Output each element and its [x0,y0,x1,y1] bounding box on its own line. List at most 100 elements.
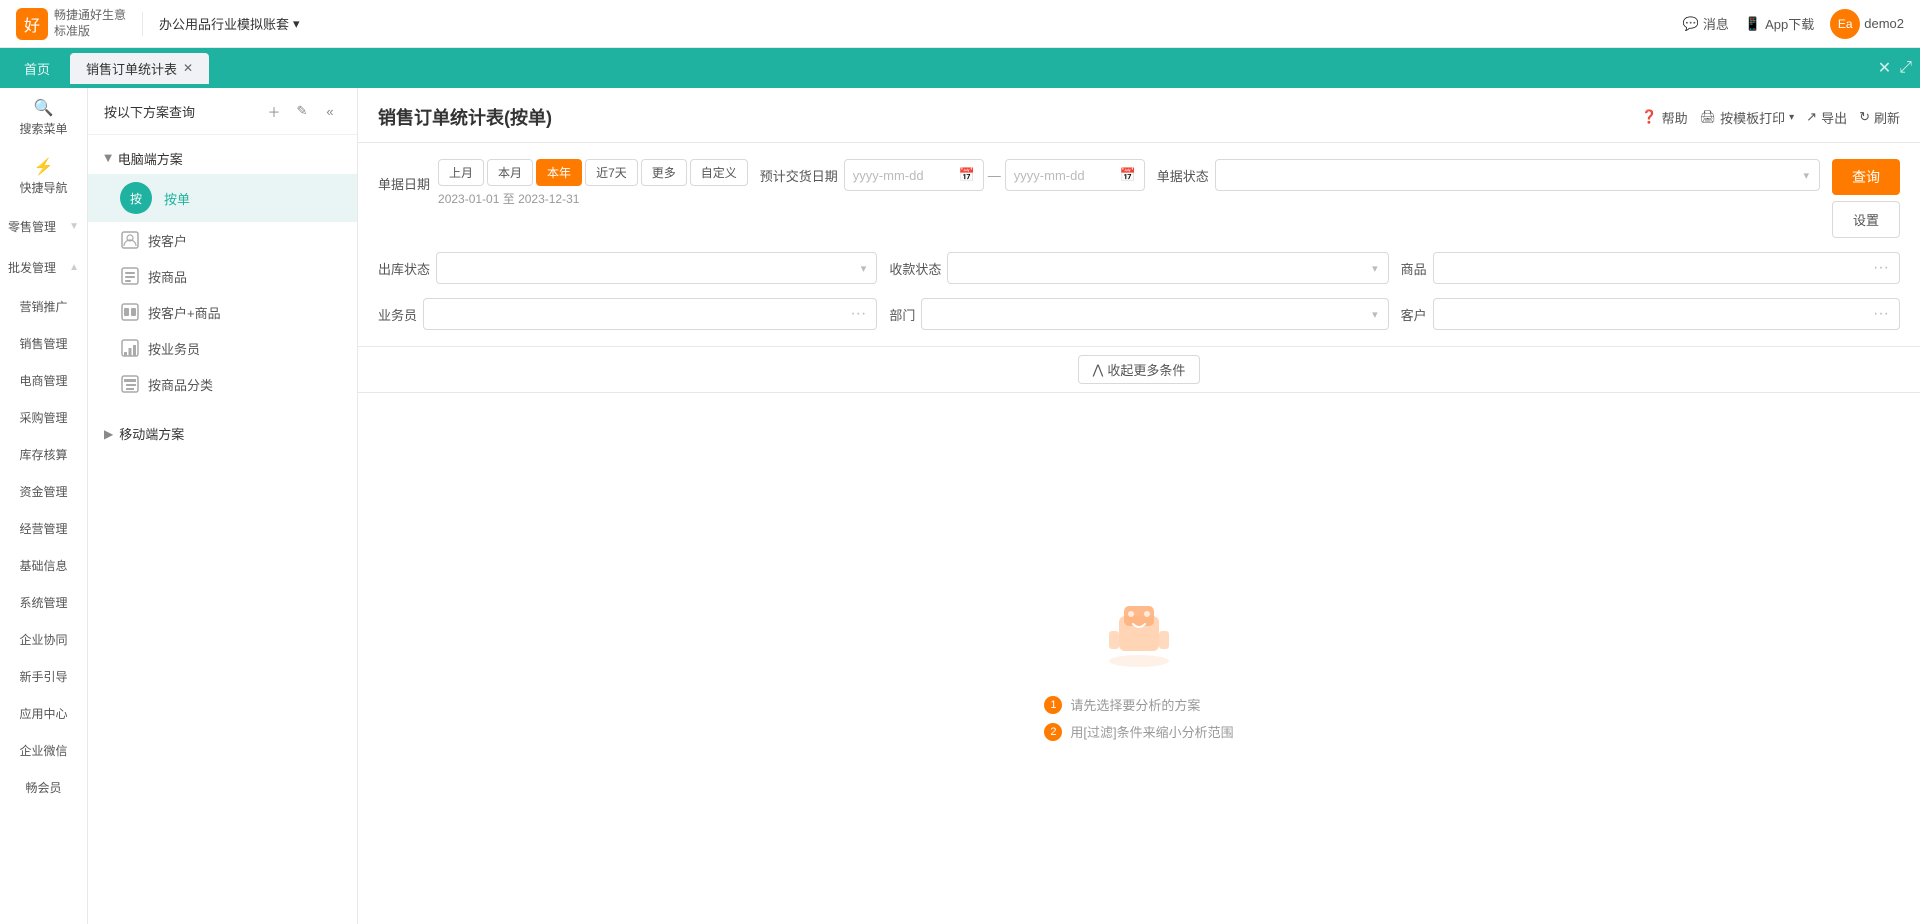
mobile-group-header[interactable]: ▶ 移动端方案 [88,418,357,449]
app-name: 办公用品行业模拟账套 [159,14,289,33]
sidebar-item-enterprise[interactable]: 企业协同 [0,621,87,658]
receipt-status-select[interactable]: ▾ [947,252,1388,284]
sidebar-item-app-center[interactable]: 应用中心 [0,695,87,732]
sidebar-item-inventory-label: 库存核算 [19,446,67,463]
desktop-group-header[interactable]: ▶ 电脑端方案 [88,143,357,174]
query-btn[interactable]: 查询 [1832,159,1900,195]
empty-illustration [1089,576,1189,679]
right-panel: 销售订单统计表(按单) ❓ 帮助 🖨 按模板打印 ▾ ↗ [358,88,1920,924]
scheme-item-by-goods[interactable]: 按商品 [88,258,357,294]
sidebar-item-enterprise-wechat[interactable]: 企业微信 [0,732,87,769]
tip-1-text: 请先选择要分析的方案 [1070,695,1200,714]
mobile-group-label: 移动端方案 [119,424,184,443]
doc-status-select[interactable]: ▾ [1215,159,1820,191]
date-filter-controls: 上月 本月 本年 近7天 更多 自定义 2023-01-01 至 2023-12… [438,159,748,207]
sidebar-item-operations[interactable]: 经营管理 [0,510,87,547]
sidebar-item-quick-nav[interactable]: ⚡ 快捷导航 [0,147,87,206]
sidebar-item-wholesale-mgmt[interactable]: 批发管理 ▲ [0,247,87,288]
desktop-group-chevron-icon: ▶ [102,155,113,163]
sidebar-item-wholesale-label: 批发管理 [8,259,56,276]
user-name: demo2 [1864,16,1904,31]
by-cust-goods-icon [120,302,140,322]
scheme-item-by-order[interactable]: 按 按单 [88,174,357,222]
sidebar-item-retail-mgmt[interactable]: 零售管理 ▼ [0,206,87,247]
prev-month-btn[interactable]: 上月 [438,159,484,186]
left-panel-header: 按以下方案查询 ＋ ✎ « [88,88,357,135]
collapse-panel-btn[interactable]: « [319,100,341,122]
scheme-item-by-cust-goods[interactable]: 按客户+商品 [88,294,357,330]
collapse-conditions-btn[interactable]: ⋀ 收起更多条件 [1078,355,1201,384]
this-month-btn[interactable]: 本月 [487,159,533,186]
calendar-end-icon: 📅 [1120,167,1136,183]
download-icon: 📱 [1745,16,1761,32]
sidebar-item-search-menu-label: 搜索菜单 [19,120,67,137]
avatar-text: Ea [1838,17,1853,31]
message-icon: 💬 [1683,16,1699,32]
customer-ellipsis-icon: ··· [1873,305,1889,323]
add-scheme-btn[interactable]: ＋ [263,100,285,122]
expected-date-start[interactable]: yyyy-mm-dd 📅 [844,159,984,191]
sidebar-item-finance[interactable]: 资金管理 [0,473,87,510]
sidebar-item-quick-nav-label: 快捷导航 [19,179,67,196]
refresh-btn[interactable]: ↻ 刷新 [1859,108,1900,127]
customer-filter: 客户 ··· [1401,298,1900,330]
sidebar-item-inventory[interactable]: 库存核算 [0,436,87,473]
goods-label: 商品 [1401,259,1427,278]
tab-sales-stat[interactable]: 销售订单统计表 ✕ [70,53,209,84]
tab-home[interactable]: 首页 [8,53,66,84]
salesperson-label: 业务员 [378,305,417,324]
sidebar-item-search-menu[interactable]: 🔍 搜索菜单 [0,88,87,147]
mobile-group-chevron-icon: ▶ [104,427,113,441]
out-status-arrow-icon: ▾ [861,262,867,275]
header-right: 💬 消息 📱 App下载 Ea demo2 [1683,9,1904,39]
wholesale-arrow-icon: ▲ [69,262,79,273]
edit-scheme-icon: ✎ [297,103,308,119]
sidebar-item-system[interactable]: 系统管理 [0,584,87,621]
app-selector[interactable]: 办公用品行业模拟账套 ▾ [159,14,300,33]
tab-close-icon[interactable]: ✕ [183,61,193,75]
more-btn[interactable]: 更多 [641,159,687,186]
header-left: 好 畅捷通好生意 标准版 办公用品行业模拟账套 ▾ [16,8,300,40]
last-7days-btn[interactable]: 近7天 [585,159,638,186]
sidebar-item-newbie[interactable]: 新手引导 [0,658,87,695]
template-print-btn[interactable]: 🖨 按模板打印 ▾ [1700,108,1795,127]
goods-input[interactable]: ··· [1433,252,1900,284]
customer-input[interactable]: ··· [1433,298,1900,330]
edit-scheme-btn[interactable]: ✎ [291,100,313,122]
logo-icon: 好 [16,8,48,40]
help-btn[interactable]: ❓ 帮助 [1641,108,1687,127]
filter-section: 单据日期 上月 本月 本年 近7天 更多 自定义 20 [358,143,1920,347]
scheme-item-by-salesperson[interactable]: 按业务员 [88,330,357,366]
user-area[interactable]: Ea demo2 [1830,9,1904,39]
expected-date-end[interactable]: yyyy-mm-dd 📅 [1005,159,1145,191]
action-buttons: 查询 设置 [1832,159,1900,238]
settings-btn[interactable]: 设置 [1832,201,1900,238]
dept-select[interactable]: ▾ [921,298,1388,330]
sidebar-item-newbie-label: 新手引导 [19,668,67,685]
sidebar-item-basics[interactable]: 基础信息 [0,547,87,584]
tab-expand-icon[interactable]: ⤢ [1899,59,1912,77]
sidebar: 🔍 搜索菜单 ⚡ 快捷导航 零售管理 ▼ 批发管理 ▲ 营销推广 销售管理 电商… [0,88,88,924]
sidebar-item-marketing[interactable]: 营销推广 [0,288,87,325]
scheme-item-by-cust-goods-label: 按客户+商品 [148,303,221,322]
by-goods-icon [120,266,140,286]
out-status-select[interactable]: ▾ [436,252,877,284]
tab-close-window-icon[interactable]: ✕ [1878,58,1891,78]
scheme-item-by-goods-category[interactable]: 按商品分类 [88,366,357,402]
sidebar-item-ecommerce[interactable]: 电商管理 [0,362,87,399]
sidebar-item-purchase[interactable]: 采购管理 [0,399,87,436]
by-order-active-dot: 按 [120,182,152,214]
salesperson-input[interactable]: ··· [423,298,877,330]
page-title-row: 销售订单统计表(按单) ❓ 帮助 🖨 按模板打印 ▾ ↗ [378,104,1900,130]
export-btn[interactable]: ↗ 导出 [1806,108,1847,127]
this-year-btn[interactable]: 本年 [536,159,582,186]
message-btn[interactable]: 💬 消息 [1683,14,1729,33]
left-panel-title: 按以下方案查询 [104,102,195,121]
app-download-btn[interactable]: 📱 App下载 [1745,14,1814,33]
scheme-item-by-customer[interactable]: 按客户 [88,222,357,258]
left-panel-icons: ＋ ✎ « [263,100,341,122]
export-icon: ↗ [1806,109,1817,125]
custom-btn[interactable]: 自定义 [690,159,748,186]
sidebar-item-sales-mgmt[interactable]: 销售管理 [0,325,87,362]
sidebar-item-vip[interactable]: 畅会员 [0,769,87,806]
